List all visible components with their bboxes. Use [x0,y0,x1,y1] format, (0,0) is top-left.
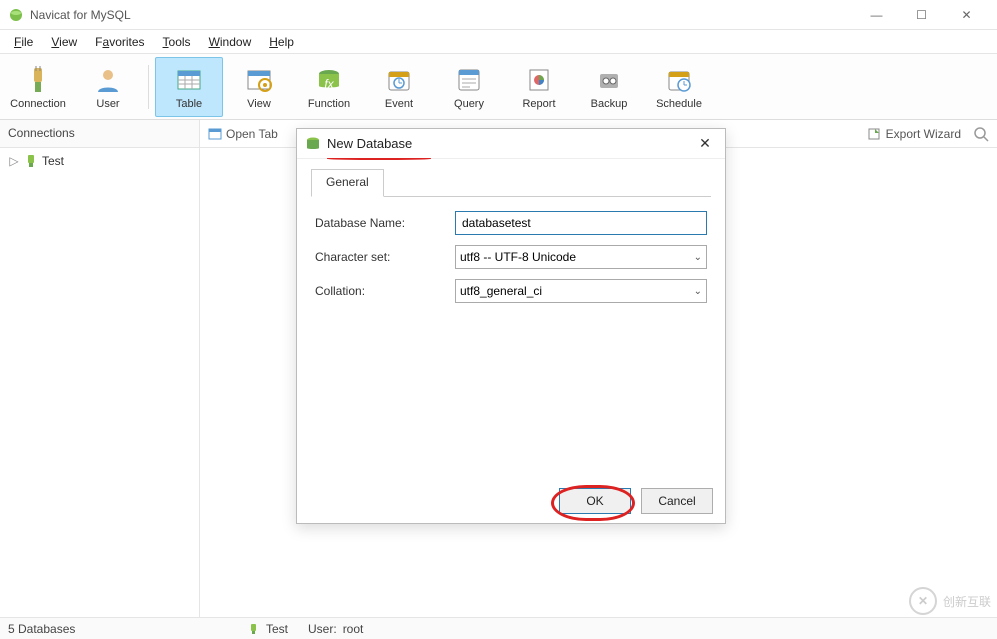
export-wizard-button[interactable]: Export Wizard [868,127,961,141]
export-wizard-label: Export Wizard [886,127,961,141]
titlebar: Navicat for MySQL — ☐ ✕ [0,0,997,30]
watermark-logon-icon: ✕ [909,587,937,615]
toolbar-label: Backup [591,98,628,110]
close-button[interactable]: ✕ [944,1,989,29]
menu-favorites[interactable]: Favorites [87,32,152,52]
ok-button[interactable]: OK [559,488,631,514]
toolbar-separator [148,65,149,109]
open-table-icon [208,127,222,141]
toolbar-label: Connection [10,98,66,110]
toolbar-label: Report [522,98,555,110]
tab-general[interactable]: General [311,169,384,197]
user-icon [92,64,124,96]
menubar: File View Favorites Tools Window Help [0,30,997,54]
toolbar-label: Function [308,98,350,110]
toolbar-label: View [247,98,271,110]
toolbar-label: User [96,98,119,110]
cancel-button[interactable]: Cancel [641,488,713,514]
function-icon: fx [313,64,345,96]
toolbar-connection[interactable]: Connection [4,57,72,117]
dbname-label: Database Name: [315,216,455,230]
event-icon [383,64,415,96]
dialog-titlebar[interactable]: New Database ✕ [297,129,725,159]
new-database-dialog: New Database ✕ General Database Name: Ch… [296,128,726,524]
export-icon [868,127,882,141]
menu-file[interactable]: File [6,32,41,52]
open-table-button[interactable]: Open Tab [208,127,278,141]
toolbar-label: Event [385,98,413,110]
connection-icon [22,64,54,96]
table-icon [173,64,205,96]
collation-value: utf8_general_ci [460,284,542,298]
status-connection: Test [266,622,288,636]
toolbar-function[interactable]: fx Function [295,57,363,117]
charset-label: Character set: [315,250,455,264]
chevron-down-icon: ⌄ [694,252,702,263]
charset-select[interactable]: utf8 -- UTF-8 Unicode ⌄ [455,245,707,269]
window-title: Navicat for MySQL [30,8,854,22]
annotation-underline [327,157,431,160]
report-icon [523,64,555,96]
database-icon [305,136,321,152]
statusbar: 5 Databases Test User: root [0,617,997,639]
sidebar: ▷ Test [0,148,200,617]
chevron-down-icon: ⌄ [694,286,702,297]
toolbar-label: Table [176,98,202,110]
dialog-tabs: General [311,169,711,197]
open-table-label: Open Tab [226,127,278,141]
svg-text:fx: fx [324,77,334,91]
toolbar-label: Schedule [656,98,702,110]
toolbar-backup[interactable]: Backup [575,57,643,117]
status-connection-icon [248,623,260,635]
status-user-value: root [343,622,364,636]
status-user-label: User: [308,622,337,636]
toolbar-table[interactable]: Table [155,57,223,117]
minimize-button[interactable]: — [854,1,899,29]
collation-label: Collation: [315,284,455,298]
charset-value: utf8 -- UTF-8 Unicode [460,250,576,264]
dialog-close-button[interactable]: ✕ [693,132,717,156]
toolbar-label: Query [454,98,484,110]
dialog-title: New Database [327,136,693,151]
toolbar: Connection User Table View fx Function E… [0,54,997,120]
menu-window[interactable]: Window [201,32,260,52]
expand-icon[interactable]: ▷ [8,154,20,168]
backup-icon [593,64,625,96]
toolbar-schedule[interactable]: Schedule [645,57,713,117]
toolbar-query[interactable]: Query [435,57,503,117]
query-icon [453,64,485,96]
menu-tools[interactable]: Tools [155,32,199,52]
toolbar-event[interactable]: Event [365,57,433,117]
toolbar-user[interactable]: User [74,57,142,117]
toolbar-view[interactable]: View [225,57,293,117]
app-icon [8,7,24,23]
watermark-text: 创新互联 [943,593,991,610]
search-icon[interactable] [973,126,989,142]
menu-view[interactable]: View [43,32,85,52]
menu-help[interactable]: Help [261,32,302,52]
tree-item-label: Test [42,154,64,168]
watermark: ✕ 创新互联 [909,587,991,615]
status-db-count: 5 Databases [8,622,248,636]
view-icon [243,64,275,96]
connections-header: Connections [0,120,200,147]
connection-active-icon [24,154,38,168]
dbname-input[interactable] [455,211,707,235]
tree-item-connection[interactable]: ▷ Test [4,152,195,170]
collation-select[interactable]: utf8_general_ci ⌄ [455,279,707,303]
schedule-icon [663,64,695,96]
maximize-button[interactable]: ☐ [899,1,944,29]
toolbar-report[interactable]: Report [505,57,573,117]
